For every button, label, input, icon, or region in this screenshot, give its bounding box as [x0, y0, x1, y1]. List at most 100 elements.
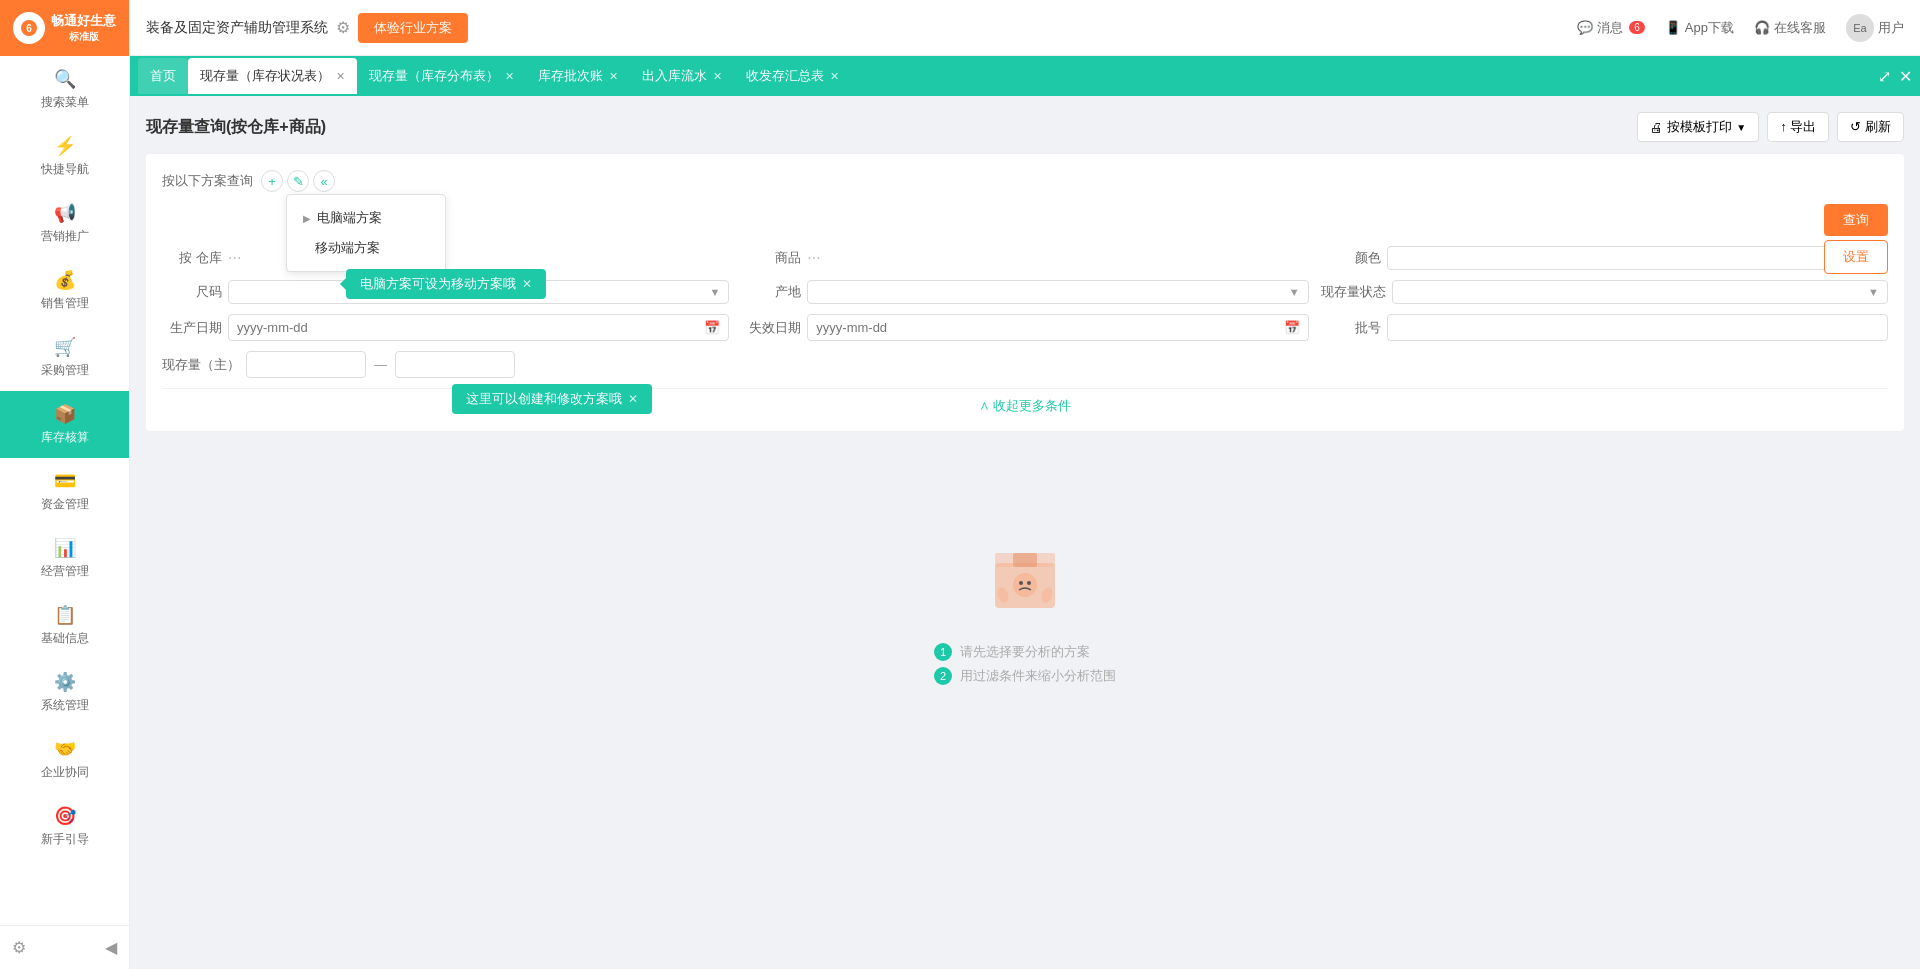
cart-icon: 🛒	[54, 336, 76, 358]
print-icon: 🖨	[1650, 120, 1663, 135]
tab-close-stock-status[interactable]: ✕	[336, 70, 345, 83]
tab-close-inout[interactable]: ✕	[713, 70, 722, 83]
stock-status-label: 现存量状态	[1321, 283, 1386, 301]
box-icon: 📦	[54, 403, 76, 425]
topbar-app-download[interactable]: 📱 App下载	[1665, 19, 1734, 37]
tab-close-stock-dist[interactable]: ✕	[505, 70, 514, 83]
scheme-item-mobile[interactable]: 移动端方案	[287, 233, 445, 263]
step-1-num: 1	[934, 643, 952, 661]
logo-text-sub: 标准版	[51, 30, 116, 44]
export-btn[interactable]: ↑ 导出	[1767, 112, 1829, 142]
tab-close-all-icon[interactable]: ✕	[1899, 67, 1912, 86]
filter-field-origin: 产地 ▼	[741, 280, 1308, 304]
tab-home[interactable]: 首页	[138, 58, 188, 94]
tab-close-batch[interactable]: ✕	[609, 70, 618, 83]
page-title: 现存量查询(按仓库+商品)	[146, 117, 326, 138]
filter-edit-btn[interactable]: ✎	[287, 170, 309, 192]
topbar-right: 💬 消息 6 📱 App下载 🎧 在线客服 Ea 用户	[1577, 14, 1904, 42]
topbar-gear-icon[interactable]: ⚙	[336, 18, 350, 37]
sidebar-item-guide[interactable]: 🎯 新手引导	[0, 793, 129, 860]
expire-date-label: 失效日期	[741, 319, 801, 337]
collapse-bar[interactable]: ∧ 收起更多条件	[162, 388, 1888, 415]
print-btn[interactable]: 🖨 按模板打印 ▼	[1637, 112, 1759, 142]
tooltip-pc-close[interactable]: ✕	[522, 277, 532, 291]
tab-stock-dist[interactable]: 现存量（库存分布表） ✕	[357, 58, 526, 94]
svg-rect-4	[1013, 553, 1037, 567]
sidebar-item-system[interactable]: ⚙️ 系统管理	[0, 659, 129, 726]
target-icon: 🎯	[54, 805, 76, 827]
filter-row-3: 生产日期 📅 失效日期 📅 批号	[162, 314, 1888, 341]
avatar: Ea	[1846, 14, 1874, 42]
filter-prev-btn[interactable]: «	[313, 170, 335, 192]
export-icon: ↑	[1780, 119, 1787, 134]
sidebar-item-enterprise[interactable]: 🤝 企业协同	[0, 726, 129, 793]
refresh-btn[interactable]: ↺ 刷新	[1837, 112, 1904, 142]
sidebar-item-finance[interactable]: 💳 资金管理	[0, 458, 129, 525]
expire-date-input[interactable]	[816, 320, 1283, 335]
stock-max-input[interactable]	[395, 351, 515, 378]
page-actions: 🖨 按模板打印 ▼ ↑ 导出 ↺ 刷新	[1637, 112, 1904, 142]
svg-text:6: 6	[26, 23, 32, 34]
empty-illustration	[975, 523, 1075, 623]
sidebar-collapse-btn[interactable]: ◀	[105, 938, 117, 957]
page-header: 现存量查询(按仓库+商品) 🖨 按模板打印 ▼ ↑ 导出 ↺ 刷新	[146, 112, 1904, 142]
tab-close-summary[interactable]: ✕	[830, 70, 839, 83]
sidebar-item-base-info[interactable]: 📋 基础信息	[0, 592, 129, 659]
reset-btn[interactable]: 设置	[1824, 240, 1888, 274]
stock-status-select[interactable]: ▼	[1392, 280, 1888, 304]
empty-step-1: 1 请先选择要分析的方案	[934, 643, 1116, 661]
scheme-item-pc[interactable]: ▶ 电脑端方案	[287, 203, 445, 233]
svg-point-7	[1027, 581, 1031, 585]
tab-inout[interactable]: 出入库流水 ✕	[630, 58, 734, 94]
empty-steps: 1 请先选择要分析的方案 2 用过滤条件来缩小分析范围	[934, 643, 1116, 691]
card-icon: 💳	[54, 470, 76, 492]
expire-date-calendar-icon[interactable]: 📅	[1284, 320, 1300, 335]
tab-summary[interactable]: 收发存汇总表 ✕	[734, 58, 851, 94]
tab-stock-status[interactable]: 现存量（库存状况表） ✕	[188, 58, 357, 94]
collapse-icon: ∧	[979, 398, 990, 413]
arrow-icon: ▶	[303, 213, 311, 224]
tab-batch[interactable]: 库存批次账 ✕	[526, 58, 630, 94]
prod-date-input[interactable]	[237, 320, 704, 335]
industry-btn[interactable]: 体验行业方案	[358, 13, 468, 43]
filter-field-stock-status: 现存量状态 ▼	[1321, 280, 1888, 304]
tab-fullscreen-icon[interactable]: ⤢	[1878, 67, 1891, 86]
warehouse-dots[interactable]: ···	[228, 249, 241, 267]
topbar-online-support[interactable]: 🎧 在线客服	[1754, 19, 1826, 37]
sidebar-item-marketing[interactable]: 📢 营销推广	[0, 190, 129, 257]
sidebar-item-sales[interactable]: 💰 销售管理	[0, 257, 129, 324]
filter-label: 按以下方案查询	[162, 172, 253, 190]
sidebar-item-search[interactable]: 🔍 搜索菜单	[0, 56, 129, 123]
goods-dots[interactable]: ···	[807, 249, 820, 267]
sidebar-settings-btn[interactable]: ⚙	[12, 938, 26, 957]
prod-date-calendar-icon[interactable]: 📅	[704, 320, 720, 335]
svg-point-5	[1013, 573, 1037, 597]
expire-date-wrap: 📅	[807, 314, 1308, 341]
megaphone-icon: 📢	[54, 202, 76, 224]
color-select[interactable]: ▼	[1387, 246, 1888, 270]
color-label: 颜色	[1321, 249, 1381, 267]
filter-icons: + ✎ «	[261, 170, 335, 192]
sidebar-item-stock[interactable]: 📦 库存核算	[0, 391, 129, 458]
sidebar-item-management[interactable]: 📊 经营管理	[0, 525, 129, 592]
goods-label: 商品	[741, 249, 801, 267]
topbar-messages[interactable]: 💬 消息 6	[1577, 19, 1645, 37]
empty-state: 1 请先选择要分析的方案 2 用过滤条件来缩小分析范围	[146, 443, 1904, 771]
topbar-user[interactable]: Ea 用户	[1846, 14, 1904, 42]
filter-add-btn[interactable]: +	[261, 170, 283, 192]
logo-text-big: 畅通好生意	[51, 12, 116, 30]
stock-dash: —	[374, 357, 387, 372]
tooltip-edit-close[interactable]: ✕	[628, 392, 638, 406]
sidebar-item-nav[interactable]: ⚡ 快捷导航	[0, 123, 129, 190]
filter-field-prod-date: 生产日期 📅	[162, 314, 729, 341]
stock-range: —	[246, 351, 515, 378]
search-btn[interactable]: 查询	[1824, 204, 1888, 236]
stock-min-input[interactable]	[246, 351, 366, 378]
message-badge: 6	[1629, 21, 1645, 34]
sidebar-item-purchase[interactable]: 🛒 采购管理	[0, 324, 129, 391]
topbar: 装备及固定资产辅助管理系统 ⚙ 体验行业方案 💬 消息 6 📱 App下载 🎧 …	[130, 0, 1920, 56]
batch-label: 批号	[1321, 319, 1381, 337]
batch-input[interactable]	[1387, 314, 1888, 341]
origin-select[interactable]: ▼	[807, 280, 1308, 304]
step-2-num: 2	[934, 667, 952, 685]
